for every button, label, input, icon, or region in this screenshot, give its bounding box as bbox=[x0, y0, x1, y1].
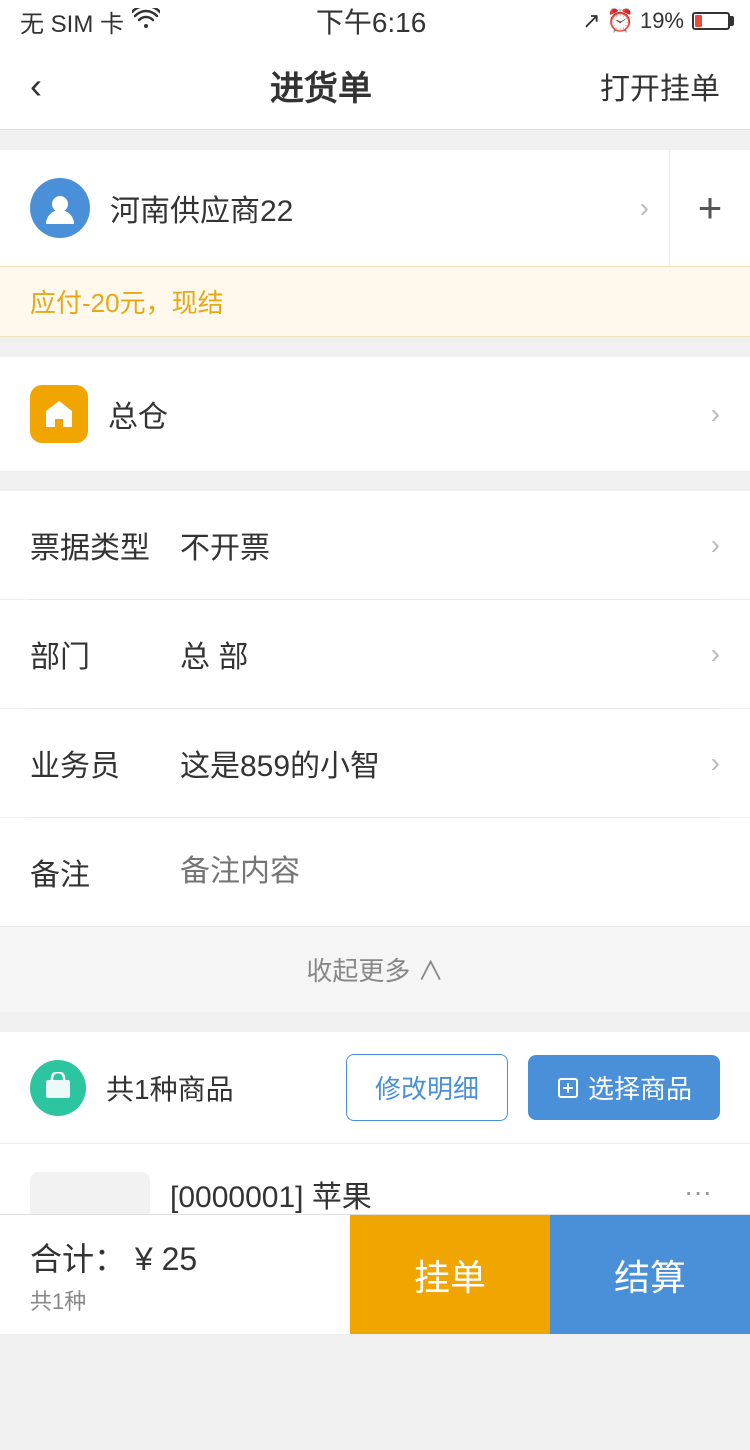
gap-3 bbox=[0, 471, 750, 491]
product-section-icon bbox=[30, 1060, 86, 1116]
department-chevron-icon: › bbox=[711, 638, 720, 670]
nav-bar: ‹ 进货单 打开挂单 bbox=[0, 42, 750, 130]
status-indicators: ↗ ⏰ 19% bbox=[582, 8, 730, 34]
invoice-type-row[interactable]: 票据类型 不开票 › bbox=[0, 491, 750, 599]
back-button[interactable]: ‹ bbox=[30, 65, 42, 107]
department-row[interactable]: 部门 总 部 › bbox=[0, 600, 750, 708]
product-count-label: 共1种商品 bbox=[106, 1068, 326, 1108]
supplier-add-button[interactable]: + bbox=[670, 150, 750, 266]
warehouse-icon bbox=[30, 385, 88, 443]
supplier-selector[interactable]: 河南供应商22 › bbox=[0, 150, 670, 266]
department-value: 总 部 bbox=[170, 632, 701, 676]
supplier-avatar bbox=[30, 178, 90, 238]
product-section-header: 共1种商品 修改明细 选择商品 bbox=[0, 1032, 750, 1143]
edit-detail-button[interactable]: 修改明细 bbox=[346, 1054, 508, 1121]
product-more-button[interactable]: ··· bbox=[676, 1172, 720, 1212]
location-icon: ↗ bbox=[582, 8, 600, 34]
status-carrier: 无 SIM 卡 bbox=[20, 4, 160, 39]
remark-row[interactable]: 备注 bbox=[0, 818, 750, 926]
warehouse-row[interactable]: 总仓 › bbox=[0, 357, 750, 471]
invoice-type-label: 票据类型 bbox=[30, 523, 170, 567]
total-count: 共1种 bbox=[30, 1284, 320, 1316]
battery-percent: 19% bbox=[640, 8, 684, 34]
remark-label: 备注 bbox=[30, 850, 170, 894]
remark-input[interactable] bbox=[170, 855, 720, 889]
checkout-button[interactable]: 结算 bbox=[550, 1215, 750, 1334]
collapse-button[interactable]: 收起更多 ∧ bbox=[0, 926, 750, 1012]
salesperson-row[interactable]: 业务员 这是859的小智 › bbox=[0, 709, 750, 817]
total-amount: 合计： ¥ 25 bbox=[30, 1234, 320, 1280]
select-product-button[interactable]: 选择商品 bbox=[528, 1055, 720, 1120]
open-pending-button[interactable]: 打开挂单 bbox=[600, 64, 720, 108]
wifi-icon bbox=[132, 7, 160, 35]
invoice-type-chevron-icon: › bbox=[711, 529, 720, 561]
alarm-icon: ⏰ bbox=[607, 8, 634, 34]
supplier-name: 河南供应商22 bbox=[110, 186, 630, 230]
invoice-type-value: 不开票 bbox=[170, 523, 701, 567]
gap-2 bbox=[0, 337, 750, 357]
notice-banner: 应付-20元，现结 bbox=[0, 266, 750, 337]
status-time: 下午6:16 bbox=[316, 1, 427, 41]
total-section: 合计： ¥ 25 共1种 bbox=[0, 1215, 350, 1334]
salesperson-value: 这是859的小智 bbox=[170, 741, 701, 785]
battery-icon bbox=[692, 12, 730, 30]
department-label: 部门 bbox=[30, 632, 170, 676]
salesperson-label: 业务员 bbox=[30, 741, 170, 785]
warehouse-name: 总仓 bbox=[108, 392, 701, 436]
salesperson-chevron-icon: › bbox=[711, 747, 720, 779]
page-title: 进货单 bbox=[270, 61, 372, 110]
supplier-chevron-icon: › bbox=[640, 192, 649, 224]
warehouse-chevron-icon: › bbox=[711, 398, 720, 430]
bottom-bar: 合计： ¥ 25 共1种 挂单 结算 bbox=[0, 1214, 750, 1334]
gap-1 bbox=[0, 130, 750, 150]
hang-button[interactable]: 挂单 bbox=[350, 1215, 550, 1334]
product-name: [0000001] 苹果 bbox=[170, 1172, 656, 1216]
status-bar: 无 SIM 卡 下午6:16 ↗ ⏰ 19% bbox=[0, 0, 750, 42]
supplier-section: 河南供应商22 › + bbox=[0, 150, 750, 266]
